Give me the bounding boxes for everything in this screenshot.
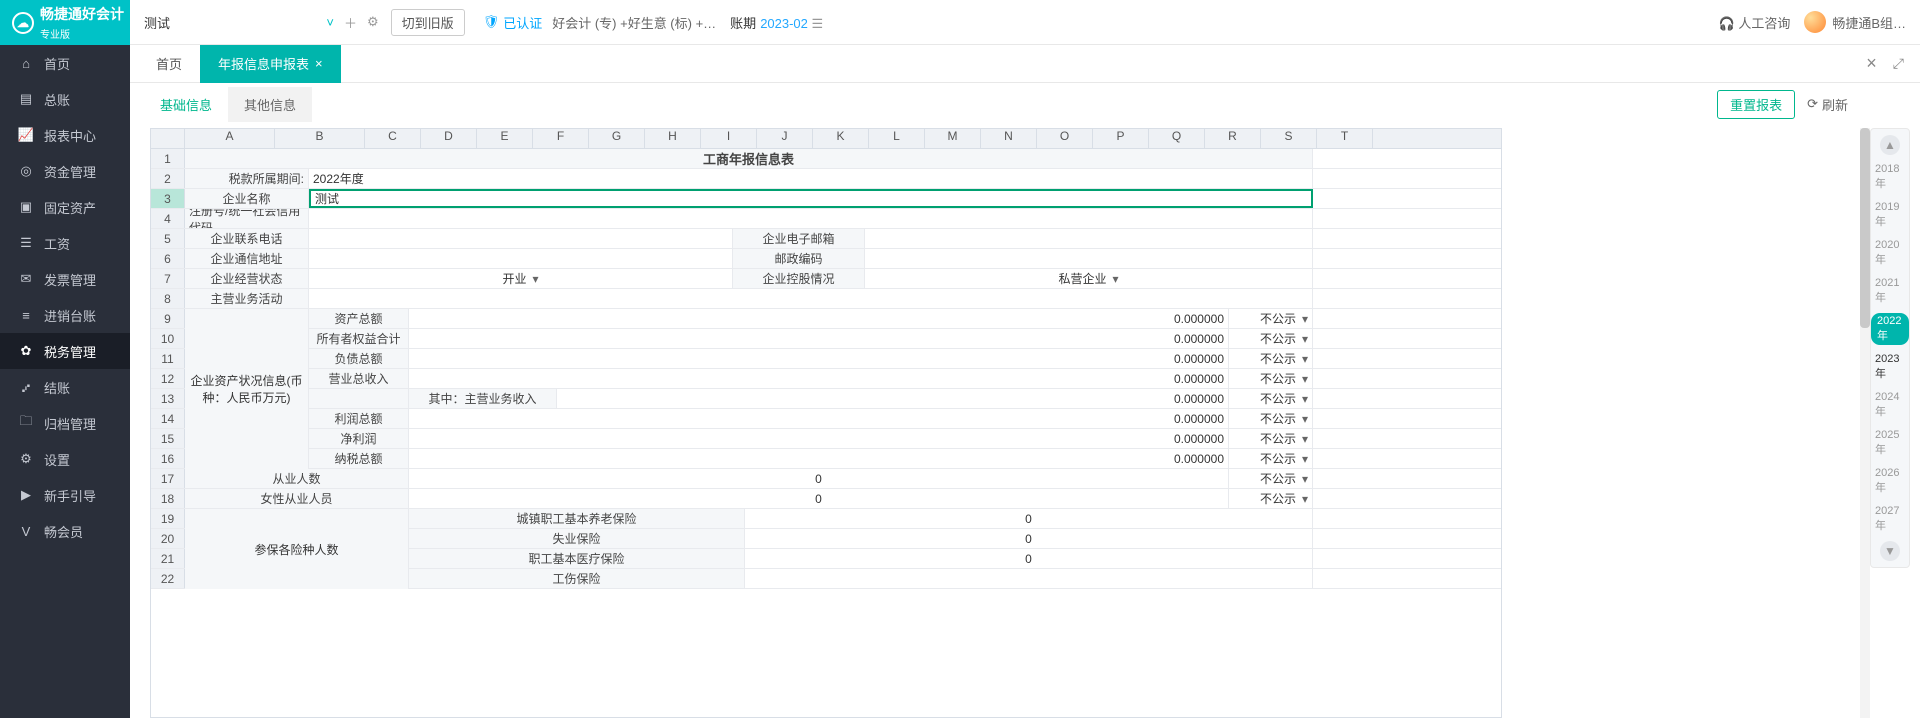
refresh-icon: ⟳ [1807,96,1818,112]
pub-select: 不公示 [1229,309,1313,328]
product-label: 好会计 (专) +好生意 (标) +… [552,13,716,32]
year-2022[interactable]: 2022年 [1871,313,1909,345]
year-2024[interactable]: 2024年 [1871,389,1909,421]
reset-button[interactable]: 重置报表 [1717,90,1795,119]
subtab-row: 基础信息 其他信息 重置报表 ⟳刷新 [130,83,1862,125]
year-2026[interactable]: 2026年 [1871,465,1909,497]
invoice-icon: ✉ [18,271,34,287]
row-7[interactable]: 7企业经营状态开业企业控股情况私营企业 [151,269,1501,289]
brand-edition: 专业版 [40,26,124,41]
chart-icon: 📈 [18,127,34,143]
headset-icon: 🎧 [1719,16,1735,31]
row-9[interactable]: 9资产总额0.000000不公示 [151,309,1501,329]
subtab-basic[interactable]: 基础信息 [144,87,228,122]
sidebar-item-reports[interactable]: 📈报表中心 [0,117,130,153]
sidebar-item-inventory[interactable]: ≡进销台账 [0,297,130,333]
row-15[interactable]: 15净利润0.000000不公示 [151,429,1501,449]
row-12[interactable]: 12营业总收入0.000000不公示 [151,369,1501,389]
home-icon: ⌂ [18,55,34,71]
period-selector[interactable]: 账期2023-02 ☰ [730,13,823,32]
tax-icon: ✿ [18,343,34,359]
spreadsheet[interactable]: ABCDEFGHIJKLMNOPQRST 1工商年报信息表 2税款所属期间:20… [150,128,1502,718]
sidebar-item-assets[interactable]: ▣固定资产 [0,189,130,225]
row-2[interactable]: 2税款所属期间:2022年度 [151,169,1501,189]
asset-icon: ▣ [18,199,34,215]
insurance-group-label: 参保各险种人数 [185,509,409,589]
archive-icon: 🗀 [18,415,34,431]
sidebar-item-close[interactable]: ⑇结账 [0,369,130,405]
sidebar-item-archive[interactable]: 🗀归档管理 [0,405,130,441]
year-2018[interactable]: 2018年 [1871,161,1909,193]
row-10[interactable]: 10所有者权益合计0.000000不公示 [151,329,1501,349]
inventory-icon: ≡ [18,307,34,323]
row-5[interactable]: 5企业联系电话企业电子邮箱 [151,229,1501,249]
year-2019[interactable]: 2019年 [1871,199,1909,231]
row-6[interactable]: 6企业通信地址邮政编码 [151,249,1501,269]
money-icon: ◎ [18,163,34,179]
switch-old-button[interactable]: 切到旧版 [391,9,465,36]
sidebar-item-guide[interactable]: ▶新手引导 [0,477,130,513]
year-2027[interactable]: 2027年 [1871,503,1909,535]
sidebar-item-tax[interactable]: ✿税务管理 [0,333,130,369]
year-2020[interactable]: 2020年 [1871,237,1909,269]
row-8[interactable]: 8主营业务活动 [151,289,1501,309]
row-14[interactable]: 14利润总额0.000000不公示 [151,409,1501,429]
sidebar-item-salary[interactable]: ☰工资 [0,225,130,261]
close-tab-icon[interactable]: × [315,56,323,71]
row-11[interactable]: 11负债总额0.000000不公示 [151,349,1501,369]
chevron-down-icon: ˅ [326,15,334,30]
sidebar: ☁ 畅捷通好会计 专业版 ⌂首页 ▤总账 📈报表中心 ◎资金管理 ▣固定资产 ☰… [0,0,130,718]
sidebar-item-funds[interactable]: ◎资金管理 [0,153,130,189]
sidebar-item-invoice[interactable]: ✉发票管理 [0,261,130,297]
column-headers: ABCDEFGHIJKLMNOPQRST [151,129,1501,149]
row-3[interactable]: 3企业名称测试 [151,189,1501,209]
avatar [1804,11,1826,33]
user-menu[interactable]: 畅捷通B组… [1804,11,1906,33]
refresh-button[interactable]: ⟳刷新 [1807,95,1848,114]
lock-icon: ⑇ [18,379,34,395]
business-status-select: 开业 [309,269,733,288]
year-bar: ▲ 2018年 2019年 2020年 2021年 2022年 2023年 20… [1870,128,1910,568]
sidebar-item-ledger[interactable]: ▤总账 [0,81,130,117]
sidebar-item-settings[interactable]: ⚙设置 [0,441,130,477]
tab-home[interactable]: 首页 [138,45,200,83]
vip-icon: V [18,523,34,539]
year-up-button[interactable]: ▲ [1880,135,1900,155]
ledger-icon: ▤ [18,91,34,107]
asset-group-label: 企业资产状况信息(币种：人民币万元) [185,309,309,469]
settings-button[interactable]: ⚙ [367,14,379,30]
year-2021[interactable]: 2021年 [1871,275,1909,307]
fullscreen-button[interactable]: ⤢ [1885,55,1912,72]
row-1[interactable]: 1工商年报信息表 [151,149,1501,169]
row-16[interactable]: 16纳税总额0.000000不公示 [151,449,1501,469]
row-17[interactable]: 17从业人数0不公示 [151,469,1501,489]
cell-company-name: 测试 [309,189,1313,208]
scrollbar[interactable] [1860,128,1870,718]
year-2023[interactable]: 2023年 [1871,351,1909,383]
sidebar-item-home[interactable]: ⌂首页 [0,45,130,81]
brand-name: 畅捷通好会计 [40,4,124,24]
year-2025[interactable]: 2025年 [1871,427,1909,459]
cloud-icon: ☁ [12,12,34,34]
row-4[interactable]: 4注册号/统一社会信用代码 [151,209,1501,229]
subtab-other[interactable]: 其他信息 [228,87,312,122]
holding-select: 私营企业 [865,269,1313,288]
topbar: 测试˅ ＋ ⚙ 切到旧版 🛡已认证 好会计 (专) +好生意 (标) +… 账期… [130,0,1920,45]
add-button[interactable]: ＋ [344,13,357,32]
play-icon: ▶ [18,487,34,503]
salary-icon: ☰ [18,235,34,251]
service-button[interactable]: 🎧 人工咨询 [1719,13,1791,32]
year-down-button[interactable]: ▼ [1880,541,1900,561]
company-selector[interactable]: 测试˅ [144,13,334,32]
shield-icon: 🛡 [483,14,500,30]
brand-logo: ☁ 畅捷通好会计 专业版 [0,0,130,45]
gear-icon: ⚙ [18,451,34,467]
tab-annual-report[interactable]: 年报信息申报表× [200,45,341,83]
sidebar-item-vip[interactable]: V畅会员 [0,513,130,549]
row-13[interactable]: 13其中：主营业务收入0.000000不公示 [151,389,1501,409]
close-all-button[interactable]: × [1858,53,1885,74]
tab-row: 首页 年报信息申报表× × ⤢ [130,45,1920,83]
certified-badge: 🛡已认证 [483,13,543,32]
row-18[interactable]: 18女性从业人员0不公示 [151,489,1501,509]
